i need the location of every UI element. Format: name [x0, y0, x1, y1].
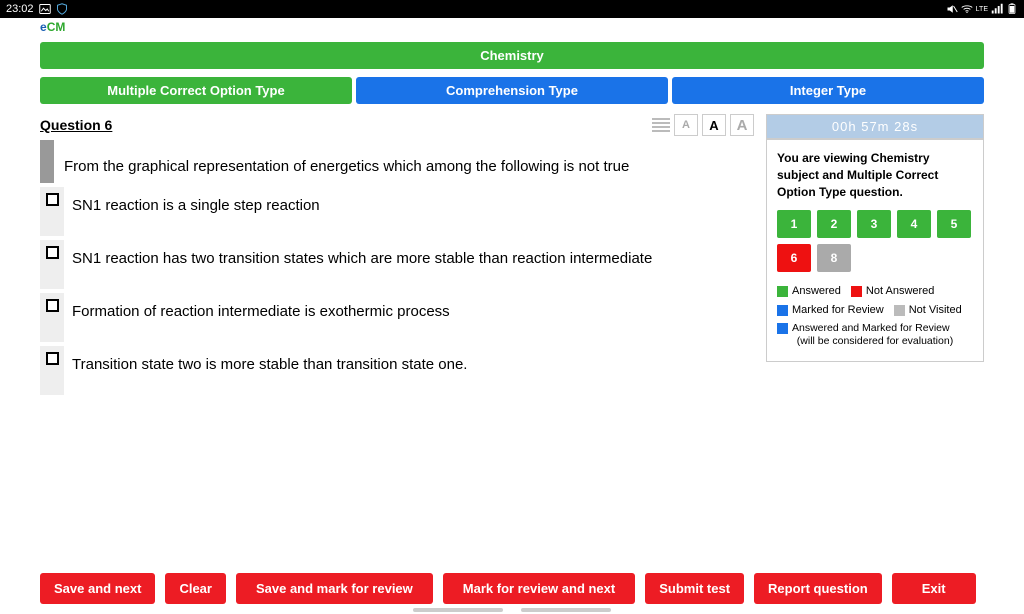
- shield-icon: [56, 3, 68, 15]
- question-type-tabs: Multiple Correct Option Type Comprehensi…: [40, 77, 984, 104]
- subject-bar[interactable]: Chemistry: [40, 42, 984, 69]
- option-b-text[interactable]: SN1 reaction has two transition states w…: [64, 240, 754, 289]
- font-size-medium-button[interactable]: A: [702, 114, 726, 136]
- status-time: 23:02: [6, 3, 34, 15]
- panel-info-text: You are viewing Chemistry subject and Mu…: [777, 150, 973, 200]
- app-logo: eCM: [0, 18, 1024, 34]
- legend-swatch-not-visited: [894, 305, 905, 316]
- device-status-bar: 23:02 LTE: [0, 0, 1024, 18]
- save-and-next-button[interactable]: Save and next: [40, 573, 155, 604]
- option-d-text[interactable]: Transition state two is more stable than…: [64, 346, 754, 395]
- report-question-button[interactable]: Report question: [754, 573, 882, 604]
- submit-test-button[interactable]: Submit test: [645, 573, 744, 604]
- home-indicator-bars: [0, 608, 1024, 612]
- option-d-checkbox[interactable]: [46, 352, 59, 365]
- tab-multiple-correct[interactable]: Multiple Correct Option Type: [40, 77, 352, 104]
- font-size-small-button[interactable]: A: [674, 114, 698, 136]
- question-number-label: Question 6: [40, 117, 112, 133]
- timer-display: 00h 57m 28s: [766, 114, 984, 139]
- tab-comprehension[interactable]: Comprehension Type: [356, 77, 668, 104]
- font-size-large-button[interactable]: A: [730, 114, 754, 136]
- question-nav-3[interactable]: 3: [857, 210, 891, 238]
- option-c-checkbox[interactable]: [46, 299, 59, 312]
- question-nav-4[interactable]: 4: [897, 210, 931, 238]
- battery-icon: [1006, 3, 1018, 15]
- legend-swatch-ans-marked: [777, 323, 788, 334]
- exit-button[interactable]: Exit: [892, 573, 976, 604]
- mark-and-next-button[interactable]: Mark for review and next: [443, 573, 635, 604]
- mute-icon: [946, 3, 958, 15]
- tab-integer[interactable]: Integer Type: [672, 77, 984, 104]
- legend-swatch-not-answered: [851, 286, 862, 297]
- footer-action-bar: Save and next Clear Save and mark for re…: [40, 573, 984, 604]
- image-icon: [39, 3, 51, 15]
- signal-icon: [991, 3, 1003, 15]
- question-nav-1[interactable]: 1: [777, 210, 811, 238]
- option-a-checkbox[interactable]: [46, 193, 59, 206]
- legend-swatch-answered: [777, 286, 788, 297]
- question-stem: From the graphical representation of ene…: [64, 140, 629, 183]
- text-align-icon[interactable]: [652, 118, 670, 132]
- question-indicator: [40, 140, 54, 183]
- question-nav-6[interactable]: 6: [777, 244, 811, 272]
- question-nav-5[interactable]: 5: [937, 210, 971, 238]
- option-b-checkbox[interactable]: [46, 246, 59, 259]
- question-palette-panel: You are viewing Chemistry subject and Mu…: [766, 139, 984, 362]
- legend-swatch-marked: [777, 305, 788, 316]
- option-a-text[interactable]: SN1 reaction is a single step reaction: [64, 187, 754, 236]
- option-c-text[interactable]: Formation of reaction intermediate is ex…: [64, 293, 754, 342]
- lte-label: LTE: [976, 6, 988, 13]
- clear-button[interactable]: Clear: [165, 573, 226, 604]
- wifi-icon: [961, 3, 973, 15]
- legend: Answered Not Answered Marked for Review …: [777, 282, 973, 349]
- save-and-mark-button[interactable]: Save and mark for review: [236, 573, 433, 604]
- question-number-grid: 12345 68: [777, 210, 973, 272]
- question-nav-2[interactable]: 2: [817, 210, 851, 238]
- question-nav-8[interactable]: 8: [817, 244, 851, 272]
